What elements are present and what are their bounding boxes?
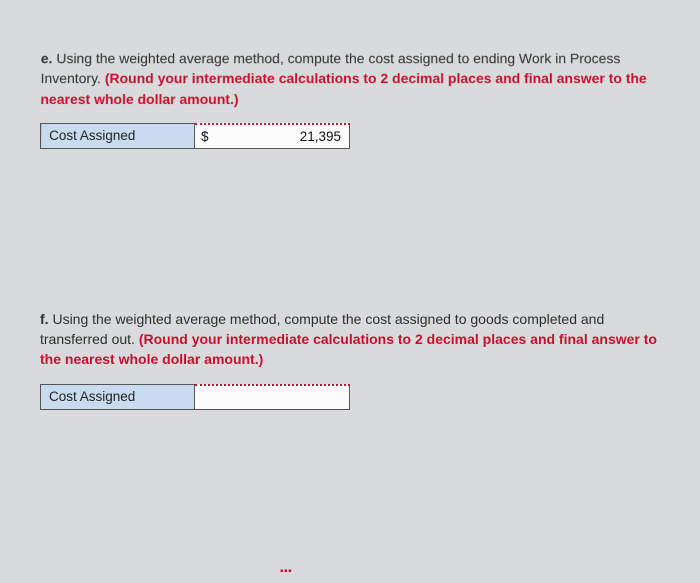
question-e-text: e. Using the weighted average method, co… [40, 48, 659, 109]
cost-assigned-input-e[interactable]: $ 21,395 [195, 123, 350, 149]
spacer [40, 169, 660, 309]
question-e-prefix: e. [41, 50, 57, 66]
answer-row-f: Cost Assigned [40, 384, 350, 410]
cost-assigned-input-f[interactable] [195, 384, 350, 410]
cost-assigned-value-e: 21,395 [213, 127, 341, 147]
question-f-block: f. Using the weighted average method, co… [40, 309, 660, 410]
question-f-text: f. Using the weighted average method, co… [40, 309, 660, 370]
question-e-instruction: (Round your intermediate calculations to… [40, 71, 646, 107]
question-e-block: e. Using the weighted average method, co… [40, 48, 660, 149]
footer-decoration: ▪▪▪ [280, 566, 292, 577]
cost-assigned-label-e: Cost Assigned [40, 123, 195, 149]
answer-row-e: Cost Assigned $ 21,395 [40, 123, 350, 149]
question-f-prefix: f. [40, 311, 52, 327]
cost-assigned-label-f: Cost Assigned [40, 384, 195, 410]
currency-symbol-e: $ [201, 127, 209, 147]
